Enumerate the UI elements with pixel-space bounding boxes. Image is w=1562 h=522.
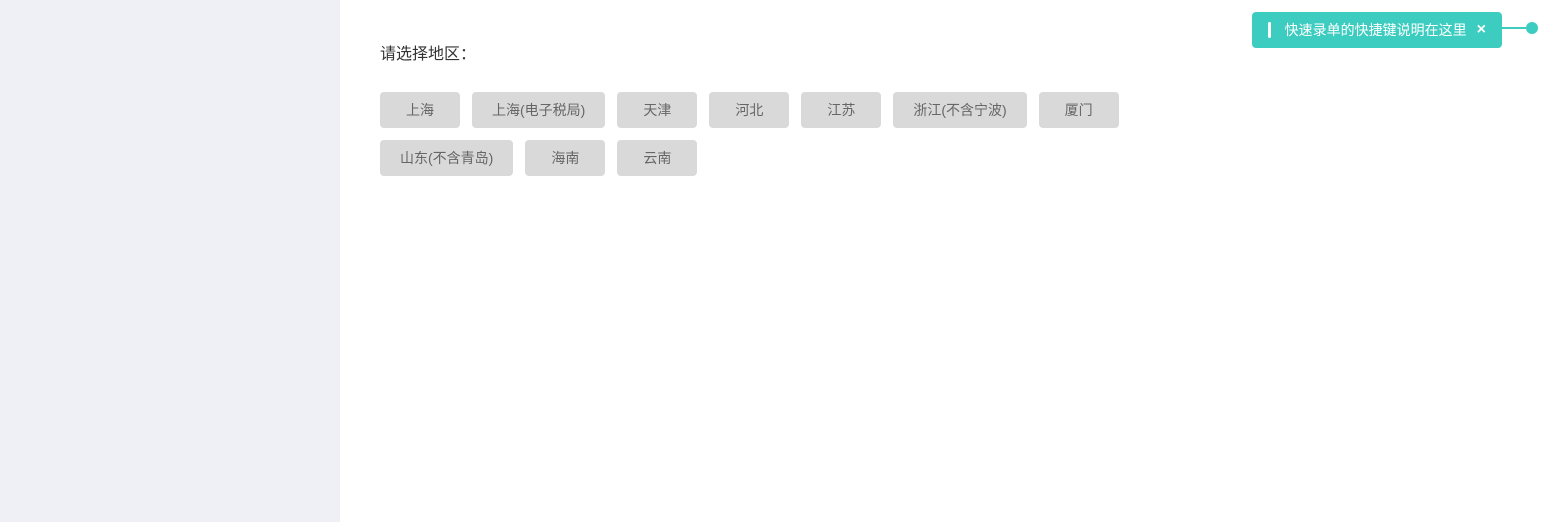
tooltip-line: [1502, 27, 1526, 29]
tooltip-close-button[interactable]: ×: [1477, 22, 1486, 38]
tooltip-banner: 快速录单的快捷键说明在这里 ×: [1252, 12, 1502, 48]
region-btn-tianjin[interactable]: 天津: [617, 92, 697, 128]
region-btn-zhejiang[interactable]: 浙江(不含宁波): [893, 92, 1026, 128]
region-buttons-row-2: 山东(不含青岛) 海南云南: [380, 140, 1522, 176]
region-btn-hainan[interactable]: 海南: [525, 140, 605, 176]
region-buttons-row-1: 上海上海(电子税局) 天津河北江苏浙江(不含宁波) 厦门: [380, 92, 1522, 128]
region-btn-xiamen[interactable]: 厦门: [1039, 92, 1119, 128]
region-btn-hebei[interactable]: 河北: [709, 92, 789, 128]
main-content: 请选择地区： 上海上海(电子税局)天津河北江苏浙江(不含宁波)厦门 山东(不含青…: [340, 0, 1562, 522]
tooltip-text: 快速录单的快捷键说明在这里: [1285, 20, 1467, 40]
left-sidebar: [0, 0, 340, 522]
region-btn-jiangsu[interactable]: 江苏: [801, 92, 881, 128]
region-btn-shandong[interactable]: 山东(不含青岛): [380, 140, 513, 176]
region-btn-shanghai-etax[interactable]: 上海(电子税局): [472, 92, 605, 128]
tooltip-dot: [1526, 22, 1538, 34]
region-btn-shanghai[interactable]: 上海: [380, 92, 460, 128]
region-btn-yunnan[interactable]: 云南: [617, 140, 697, 176]
